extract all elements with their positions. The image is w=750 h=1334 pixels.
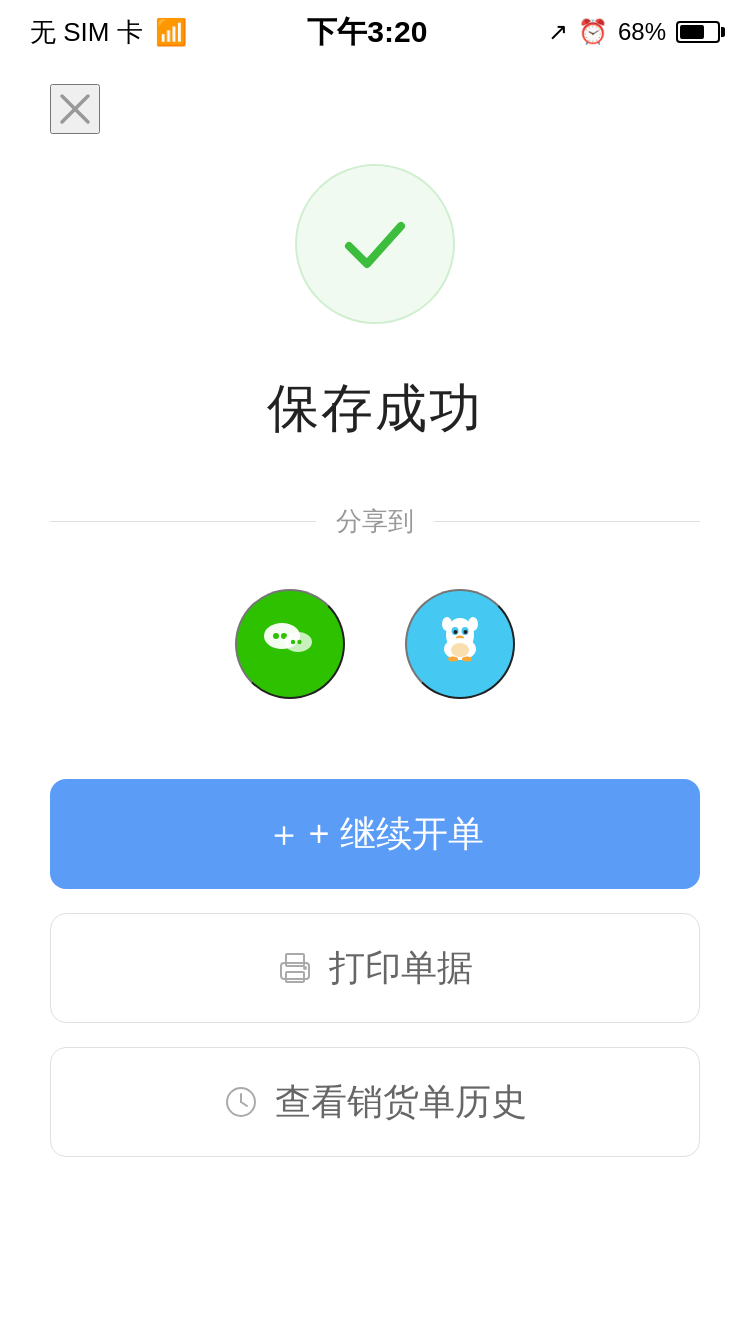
print-icon (277, 950, 313, 986)
svg-line-26 (241, 1102, 247, 1106)
status-right: ↗ ⏰ 68% (548, 18, 720, 46)
svg-point-3 (273, 633, 279, 639)
location-icon: ↗ (548, 18, 568, 46)
status-bar: 无 SIM 卡 📶 下午3:20 ↗ ⏰ 68% (0, 0, 750, 64)
history-button[interactable]: 查看销货单历史 (50, 1047, 700, 1157)
close-button[interactable] (50, 84, 100, 134)
checkmark-icon (335, 204, 415, 284)
svg-point-23 (303, 966, 307, 970)
svg-point-11 (454, 630, 458, 634)
status-left: 无 SIM 卡 📶 (30, 15, 187, 50)
share-icons-row (235, 589, 515, 699)
share-divider: 分享到 (50, 504, 700, 539)
continue-order-label: + 继续开单 (308, 810, 483, 859)
svg-point-15 (451, 643, 469, 657)
svg-point-18 (442, 617, 452, 631)
svg-point-6 (291, 640, 295, 644)
print-label: 打印单据 (329, 944, 473, 993)
svg-rect-21 (286, 954, 304, 966)
battery-icon (676, 21, 720, 43)
wechat-icon (260, 608, 320, 680)
success-title: 保存成功 (267, 374, 483, 444)
close-icon (58, 92, 92, 126)
print-button[interactable]: 打印单据 (50, 913, 700, 1023)
wechat-share-button[interactable] (235, 589, 345, 699)
continue-order-button[interactable]: ＋ + 继续开单 (50, 779, 700, 889)
history-label: 查看销货单历史 (275, 1078, 527, 1127)
main-content: 保存成功 分享到 (0, 64, 750, 1157)
divider-right (434, 521, 700, 522)
svg-point-19 (468, 617, 478, 631)
battery-percent: 68% (618, 18, 666, 46)
wifi-icon: 📶 (155, 17, 187, 48)
qq-icon (429, 607, 491, 681)
svg-point-12 (464, 630, 468, 634)
svg-point-7 (297, 640, 301, 644)
svg-rect-22 (286, 972, 304, 982)
plus-icon: ＋ (266, 810, 302, 859)
divider-left (50, 521, 316, 522)
history-icon (223, 1084, 259, 1120)
share-label: 分享到 (336, 504, 414, 539)
sim-label: 无 SIM 卡 (30, 15, 143, 50)
success-circle (295, 164, 455, 324)
svg-point-16 (448, 657, 458, 662)
action-buttons: ＋ + 继续开单 打印单据 (50, 779, 700, 1157)
qq-share-button[interactable] (405, 589, 515, 699)
status-time: 下午3:20 (307, 12, 427, 53)
svg-point-17 (462, 657, 472, 662)
alarm-icon: ⏰ (578, 18, 608, 46)
